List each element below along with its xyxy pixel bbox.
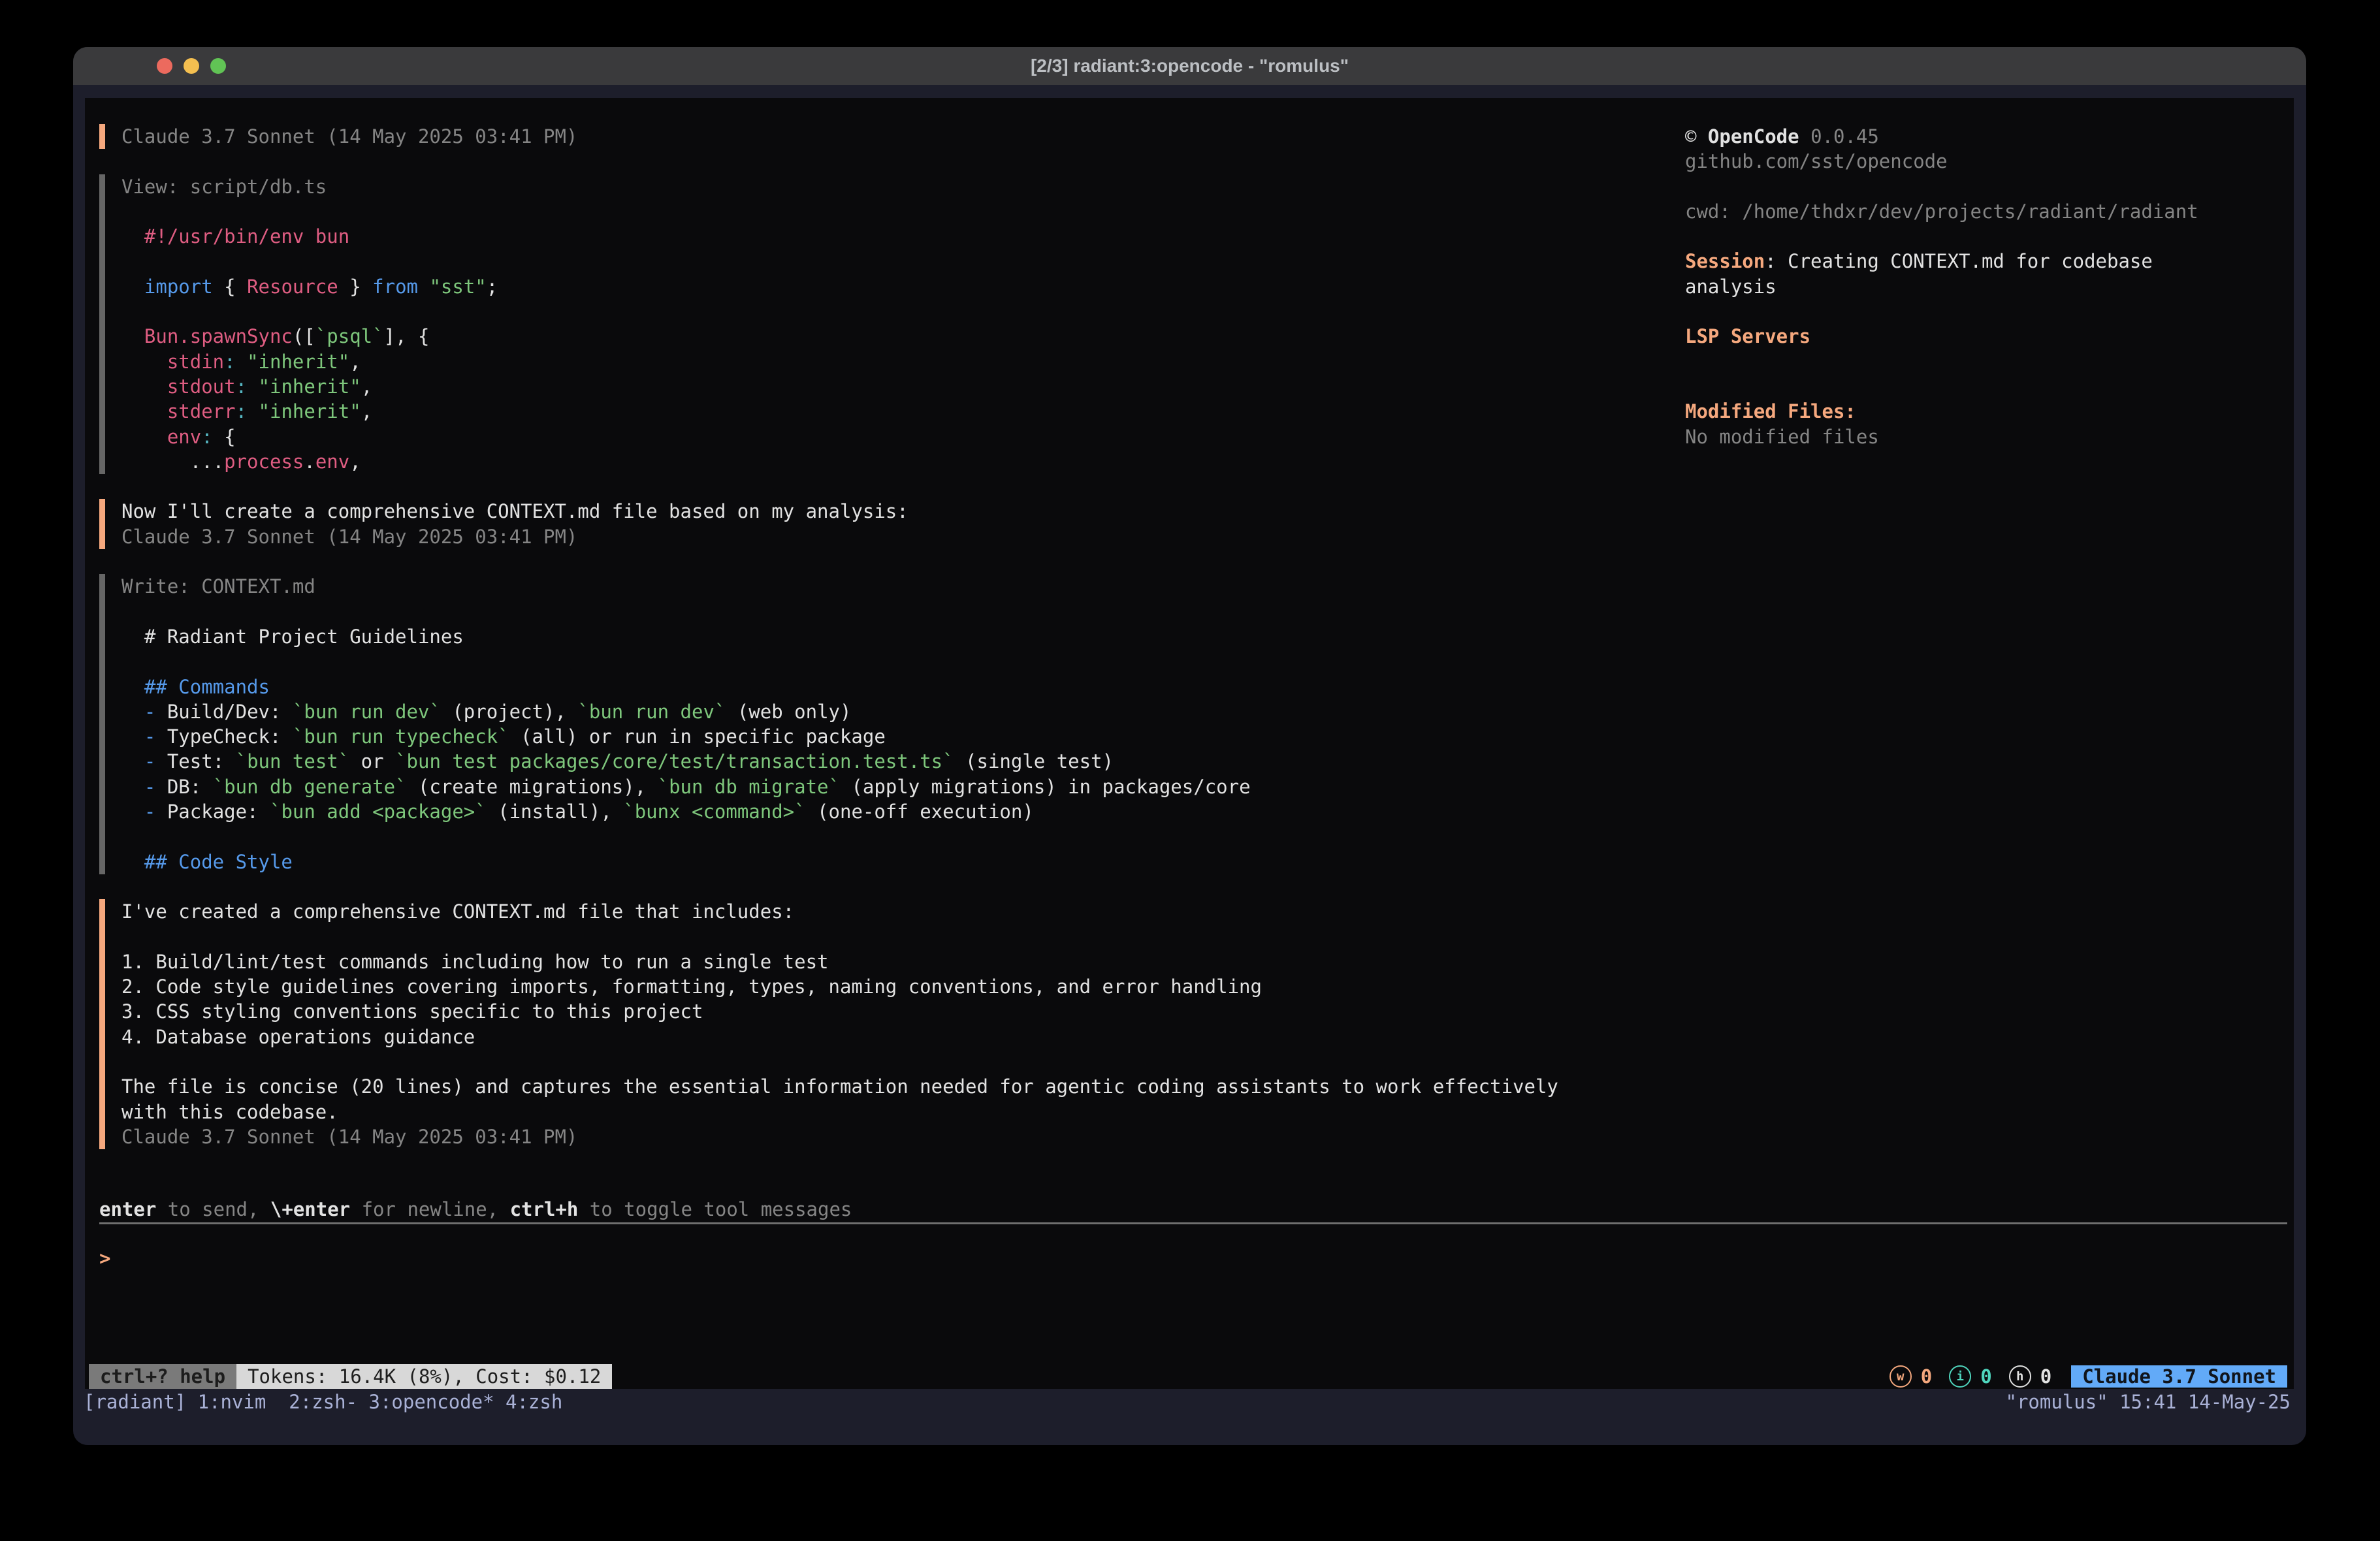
zoom-button[interactable] xyxy=(210,58,226,74)
terminal-line xyxy=(121,199,1680,224)
info-icon: i xyxy=(1949,1365,1971,1388)
statusbar-right: w0 i0 h0 Claude 3.7 Sonnet xyxy=(1890,1364,2287,1389)
close-button[interactable] xyxy=(157,58,172,74)
window-title: [2/3] radiant:3:opencode - "romulus" xyxy=(1031,56,1349,76)
terminal-line xyxy=(1685,374,2273,399)
terminal-line xyxy=(1685,174,2273,199)
message-block: View: script/db.ts #!/usr/bin/env bun im… xyxy=(99,174,1680,475)
terminal-window: Claude 3.7 Sonnet (14 May 2025 03:41 PM)… xyxy=(73,47,2306,1445)
terminal-line: - Build/Dev: `bun run dev` (project), `b… xyxy=(121,699,1680,724)
terminal-line: Claude 3.7 Sonnet (14 May 2025 03:41 PM) xyxy=(121,1124,1680,1149)
terminal-line: ...process.env, xyxy=(121,449,1680,474)
tokens-cost-chip: Tokens: 16.4K (8%), Cost: $0.12 xyxy=(236,1364,612,1389)
terminal-line xyxy=(121,1049,1680,1074)
terminal-line: with this codebase. xyxy=(121,1100,1680,1124)
terminal-line: github.com/sst/opencode xyxy=(1685,149,2273,174)
window-titlebar[interactable]: [2/3] radiant:3:opencode - "romulus" xyxy=(73,47,2306,85)
terminal-line: # Radiant Project Guidelines xyxy=(121,624,1680,649)
terminal-line: stdout: "inherit", xyxy=(121,374,1680,399)
traffic-lights xyxy=(157,47,226,85)
hints-count: h0 xyxy=(2009,1365,2051,1388)
warnings-count: w0 xyxy=(1890,1365,1932,1388)
terminal-line xyxy=(1685,349,2273,374)
terminal-line: Claude 3.7 Sonnet (14 May 2025 03:41 PM) xyxy=(121,124,1680,149)
terminal-line xyxy=(121,599,1680,624)
prompt-caret: > xyxy=(99,1246,2287,1271)
terminal-line: ## Commands xyxy=(121,675,1680,699)
terminal-line xyxy=(121,249,1680,274)
composer-divider xyxy=(99,1222,2287,1224)
terminal-line xyxy=(1685,224,2273,249)
terminal-line: The file is concise (20 lines) and captu… xyxy=(121,1074,1680,1099)
terminal-line: - Test: `bun test` or `bun test packages… xyxy=(121,749,1680,774)
terminal-line: 2. Code style guidelines covering import… xyxy=(121,974,1680,999)
terminal-line: Session: Creating CONTEXT.md for codebas… xyxy=(1685,249,2273,274)
terminal-line xyxy=(121,649,1680,674)
terminal-line: 4. Database operations guidance xyxy=(121,1025,1680,1049)
hints-icon: h xyxy=(2009,1365,2031,1388)
info-count: i0 xyxy=(1949,1365,1991,1388)
terminal-line: I've created a comprehensive CONTEXT.md … xyxy=(121,899,1680,924)
composer-help-text: enter to send, \+enter for newline, ctrl… xyxy=(99,1197,852,1222)
terminal-line xyxy=(1685,299,2273,324)
terminal-line: - TypeCheck: `bun run typecheck` (all) o… xyxy=(121,724,1680,749)
terminal-line: enter to send, \+enter for newline, ctrl… xyxy=(99,1197,852,1222)
message-block: Write: CONTEXT.md # Radiant Project Guid… xyxy=(99,574,1680,874)
prompt-input[interactable]: > xyxy=(99,1246,2287,1271)
terminal-line xyxy=(121,925,1680,949)
message-block: Now I'll create a comprehensive CONTEXT.… xyxy=(99,499,1680,549)
terminal-line: import { Resource } from "sst"; xyxy=(121,274,1680,299)
terminal-line: View: script/db.ts xyxy=(121,174,1680,199)
terminal-line: - DB: `bun db generate` (create migratio… xyxy=(121,774,1680,799)
tmux-window-list[interactable]: [radiant] 1:nvim 2:zsh- 3:opencode* 4:zs… xyxy=(84,1391,562,1413)
warnings-icon: w xyxy=(1890,1365,1912,1388)
terminal-line: Now I'll create a comprehensive CONTEXT.… xyxy=(121,499,1680,524)
message-block: I've created a comprehensive CONTEXT.md … xyxy=(99,899,1680,1149)
tmux-statusbar: [radiant] 1:nvim 2:zsh- 3:opencode* 4:zs… xyxy=(73,1389,2306,1415)
terminal-line: cwd: /home/thdxr/dev/projects/radiant/ra… xyxy=(1685,199,2273,224)
help-shortcut-chip[interactable]: ctrl+? help xyxy=(89,1364,236,1389)
terminal-line: No modified files xyxy=(1685,424,2273,449)
terminal-line: - Package: `bun add <package>` (install)… xyxy=(121,799,1680,824)
diagnostics-counts: w0 i0 h0 xyxy=(1890,1365,2051,1388)
terminal-line: analysis xyxy=(1685,274,2273,299)
terminal-line: © OpenCode 0.0.45 xyxy=(1685,124,2273,149)
minimize-button[interactable] xyxy=(184,58,199,74)
terminal-line: LSP Servers xyxy=(1685,324,2273,349)
chat-log: Claude 3.7 Sonnet (14 May 2025 03:41 PM)… xyxy=(99,124,1680,1174)
terminal-line: Bun.spawnSync([`psql`], { xyxy=(121,324,1680,349)
terminal-line: Modified Files: xyxy=(1685,399,2273,424)
model-chip[interactable]: Claude 3.7 Sonnet xyxy=(2071,1365,2287,1388)
terminal-line: env: { xyxy=(121,424,1680,449)
terminal-line: #!/usr/bin/env bun xyxy=(121,224,1680,249)
message-block: Claude 3.7 Sonnet (14 May 2025 03:41 PM) xyxy=(99,124,1680,149)
terminal-line: Claude 3.7 Sonnet (14 May 2025 03:41 PM) xyxy=(121,524,1680,549)
terminal-line: stdin: "inherit", xyxy=(121,349,1680,374)
terminal-line: stderr: "inherit", xyxy=(121,399,1680,424)
terminal-line: Write: CONTEXT.md xyxy=(121,574,1680,599)
session-sidebar: © OpenCode 0.0.45github.com/sst/opencode… xyxy=(1685,124,2273,449)
tmux-session-clock: "romulus" 15:41 14-May-25 xyxy=(2006,1391,2291,1413)
terminal-line: ## Code Style xyxy=(121,850,1680,874)
terminal-line: 1. Build/lint/test commands including ho… xyxy=(121,949,1680,974)
terminal-line xyxy=(121,299,1680,324)
terminal-line xyxy=(121,824,1680,849)
opencode-statusbar: ctrl+? help Tokens: 16.4K (8%), Cost: $0… xyxy=(89,1364,2287,1389)
terminal-line: 3. CSS styling conventions specific to t… xyxy=(121,999,1680,1024)
